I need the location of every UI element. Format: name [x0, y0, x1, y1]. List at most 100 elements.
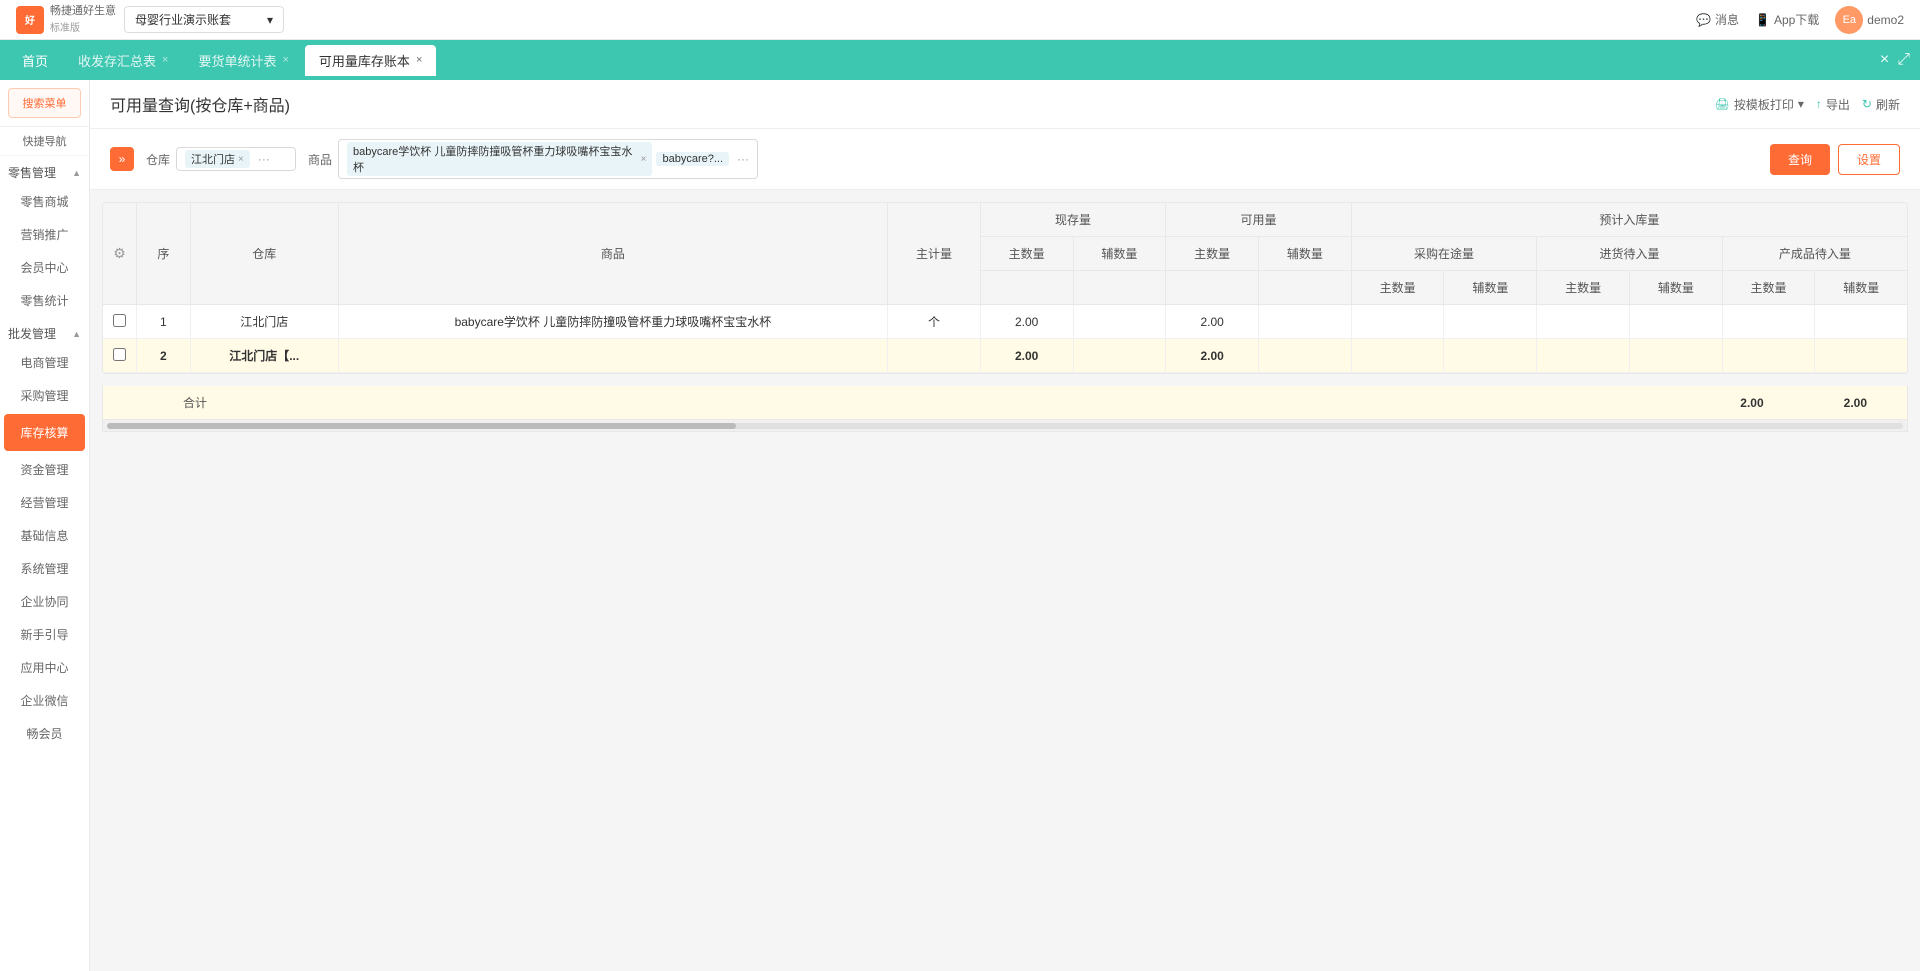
td-product-1: babycare学饮杯 儿童防摔防撞吸管杯重力球吸嘴杯宝宝水杯 — [338, 305, 887, 339]
filter-settings-button[interactable]: 设置 — [1838, 144, 1900, 175]
tab-order-stat[interactable]: 要货单统计表 × — [184, 45, 302, 76]
sidebar-item-ecommerce[interactable]: 电商管理 — [0, 346, 89, 379]
th-production-aux: 辅数量 — [1815, 271, 1907, 305]
filter-warehouse-tag-text: 江北门店 — [191, 151, 235, 167]
td-stock-main-2: 2.00 — [980, 339, 1073, 373]
th-main-unit: 主计量 — [888, 203, 981, 305]
table-settings-icon[interactable]: ⚙ — [113, 245, 126, 261]
sidebar-item-app-center-label: 应用中心 — [20, 661, 68, 675]
sidebar-item-finance[interactable]: 资金管理 — [0, 453, 89, 486]
industry-selector[interactable]: 母婴行业演示账套 ▾ — [124, 6, 284, 33]
sidebar-item-retail-stats[interactable]: 零售统计 — [0, 284, 89, 317]
sidebar-item-wechat[interactable]: 企业微信 — [0, 684, 89, 717]
td-stock-aux-1 — [1073, 305, 1166, 339]
sidebar-item-system[interactable]: 系统管理 — [0, 552, 89, 585]
filter-expand-button[interactable]: » — [110, 147, 134, 171]
td-stock-main-1: 2.00 — [980, 305, 1073, 339]
page-header: 可用量查询(按仓库+商品) 🖨 按模板打印 ▾ ↑ 导出 ↻ 刷新 — [90, 80, 1920, 129]
filter-product-more[interactable]: ··· — [737, 152, 749, 166]
sidebar-item-basic-info[interactable]: 基础信息 — [0, 519, 89, 552]
sidebar-quick-nav[interactable]: 快捷导航 — [0, 127, 89, 156]
sidebar-item-member[interactable]: 会员中心 — [0, 251, 89, 284]
sidebar-item-vip[interactable]: 畅会员 — [0, 717, 89, 750]
tab-expand-button[interactable]: ⤢ — [1897, 51, 1910, 69]
sidebar-item-retail-label: 零售管理 — [8, 164, 56, 181]
sidebar-item-wechat-label: 企业微信 — [20, 694, 68, 708]
td-avail-aux-2 — [1259, 339, 1352, 373]
sidebar-item-marketing[interactable]: 营销推广 — [0, 218, 89, 251]
sidebar-item-retail-mall[interactable]: 零售商城 — [0, 185, 89, 218]
sidebar-item-finance-label: 资金管理 — [20, 463, 68, 477]
sidebar-item-retail[interactable]: 零售管理 — [0, 156, 89, 185]
tab-home[interactable]: 首页 — [8, 45, 62, 76]
row-checkbox[interactable] — [113, 314, 126, 327]
refresh-button[interactable]: ↻ 刷新 — [1862, 96, 1900, 113]
export-button[interactable]: ↑ 导出 — [1816, 96, 1850, 113]
sidebar-item-operations[interactable]: 经营管理 — [0, 486, 89, 519]
th-production-group: 产成品待入量 — [1722, 237, 1907, 271]
filter-product-tag-2-text: babycare?... — [662, 153, 723, 165]
summary-avail-main: 2.00 — [1844, 396, 1867, 410]
summary-bar: 合计 2.00 2.00 — [102, 386, 1908, 420]
tab-available-stock[interactable]: 可用量库存账本 × — [305, 45, 436, 76]
query-button[interactable]: 查询 — [1770, 144, 1830, 175]
message-label: 消息 — [1715, 11, 1739, 28]
filter-bar: » 仓库 江北门店 × ··· 商品 babycare学饮杯 儿童防摔防撞吸管杯… — [90, 129, 1920, 190]
sidebar-item-purchase[interactable]: 采购管理 — [0, 379, 89, 412]
td-incoming-aux-2 — [1629, 339, 1722, 373]
user-name: demo2 — [1867, 13, 1904, 27]
th-avail-main: 主数量 — [1166, 237, 1259, 271]
sidebar-item-retail-mall-label: 零售商城 — [20, 195, 68, 209]
filter-warehouse-input[interactable]: 江北门店 × ··· — [176, 147, 296, 171]
row-checkbox-2[interactable] — [113, 348, 126, 361]
td-avail-main-1: 2.00 — [1166, 305, 1259, 339]
tab-order-stat-close[interactable]: × — [282, 54, 288, 66]
user-area[interactable]: Ea demo2 — [1835, 6, 1904, 34]
tab-close-all-button[interactable]: × — [1880, 51, 1889, 69]
td-production-aux-2 — [1815, 339, 1907, 373]
print-button[interactable]: 🖨 按模板打印 ▾ — [1715, 96, 1804, 113]
logo-icon: 好 — [16, 6, 44, 34]
table-row-subtotal: 2 江北门店【... 2.00 2.00 — [103, 339, 1907, 373]
filter-product-tag-1-close[interactable]: × — [641, 154, 647, 165]
td-avail-main-2: 2.00 — [1166, 339, 1259, 373]
sidebar-item-inventory[interactable]: 库存核算 — [4, 414, 85, 451]
th-settings: ⚙ — [103, 203, 137, 305]
message-button[interactable]: 💬 消息 — [1696, 11, 1739, 28]
filter-product-group: 商品 babycare学饮杯 儿童防摔防撞吸管杯重力球吸嘴杯宝宝水杯 × bab… — [308, 139, 758, 179]
tab-income-expense-close[interactable]: × — [162, 54, 168, 66]
page-title: 可用量查询(按仓库+商品) — [110, 92, 290, 116]
sidebar-item-vip-label: 畅会员 — [26, 727, 62, 741]
summary-stock-main: 2.00 — [1740, 396, 1763, 410]
tab-income-expense[interactable]: 收发存汇总表 × — [64, 45, 182, 76]
sidebar-search-button[interactable]: 搜索菜单 — [8, 88, 81, 118]
scroll-thumb[interactable] — [107, 423, 736, 429]
sidebar-item-retail-stats-label: 零售统计 — [20, 294, 68, 308]
th-warehouse: 仓库 — [190, 203, 338, 305]
td-checkbox-2[interactable] — [103, 339, 137, 373]
td-product-2 — [338, 339, 887, 373]
th-stock-aux2 — [1073, 271, 1166, 305]
td-production-main-2 — [1722, 339, 1815, 373]
th-avail-aux2 — [1259, 271, 1352, 305]
sidebar-item-new-guide[interactable]: 新手引导 — [0, 618, 89, 651]
tab-available-stock-close[interactable]: × — [416, 54, 422, 66]
app-download-button[interactable]: 📱 App下载 — [1755, 11, 1819, 28]
filter-warehouse-tag-close[interactable]: × — [238, 154, 244, 165]
print-arrow-icon: ▾ — [1798, 97, 1804, 111]
filter-product-input[interactable]: babycare学饮杯 儿童防摔防撞吸管杯重力球吸嘴杯宝宝水杯 × babyca… — [338, 139, 758, 179]
table-container: ⚙ 序 仓库 商品 主计量 现存量 可用量 预计入库量 主数量 辅数量 主数量 — [102, 202, 1908, 374]
page-actions: 🖨 按模板打印 ▾ ↑ 导出 ↻ 刷新 — [1715, 96, 1900, 113]
sidebar-item-marketing-label: 营销推广 — [20, 228, 68, 242]
th-incoming-group: 进货待入量 — [1537, 237, 1722, 271]
td-incoming-main-2 — [1537, 339, 1630, 373]
sidebar-item-enterprise[interactable]: 企业协同 — [0, 585, 89, 618]
sidebar-item-wholesale[interactable]: 批发管理 — [0, 317, 89, 346]
filter-warehouse-more[interactable]: ··· — [258, 152, 270, 166]
th-stock-main: 主数量 — [980, 237, 1073, 271]
scroll-track[interactable] — [107, 423, 1903, 429]
th-stock-aux: 辅数量 — [1073, 237, 1166, 271]
td-checkbox[interactable] — [103, 305, 137, 339]
top-bar-left: 好 畅捷通好生意 标准版 母婴行业演示账套 ▾ — [16, 5, 284, 33]
sidebar-item-app-center[interactable]: 应用中心 — [0, 651, 89, 684]
